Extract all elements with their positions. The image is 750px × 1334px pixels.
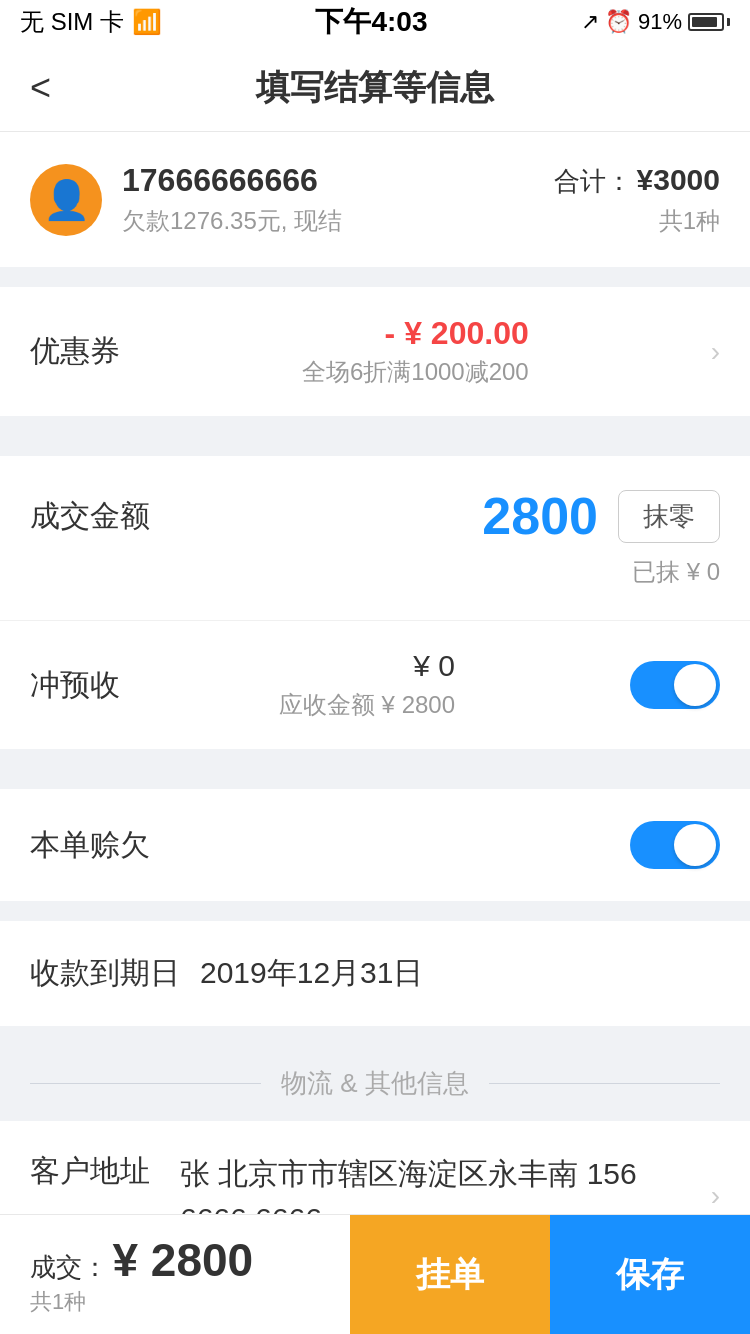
avatar-icon: 👤 bbox=[43, 178, 90, 222]
no-sim-text: 无 SIM 卡 bbox=[20, 6, 124, 38]
coupon-arrow-icon: › bbox=[711, 336, 720, 368]
prepay-amount: ¥ 0 bbox=[413, 649, 455, 683]
status-left: 无 SIM 卡 📶 bbox=[20, 6, 162, 38]
amount-row: 成交金额 2800 抹零 bbox=[30, 486, 720, 546]
duedate-card: 收款到期日 2019年12月31日 bbox=[0, 921, 750, 1026]
save-button[interactable]: 保存 bbox=[550, 1215, 750, 1335]
duedate-section: 收款到期日 2019年12月31日 bbox=[0, 921, 750, 1026]
pending-button[interactable]: 挂单 bbox=[350, 1215, 550, 1335]
amount-sub: 已抹 ¥ 0 bbox=[632, 558, 720, 585]
arrears-toggle[interactable] bbox=[630, 821, 720, 869]
avatar: 👤 bbox=[30, 164, 102, 236]
user-sub: 欠款1276.35元, 现结 bbox=[122, 205, 554, 237]
arrears-section: 本单赊欠 bbox=[0, 789, 750, 901]
transaction-amount-value: 2800 bbox=[482, 486, 598, 546]
toggle-knob bbox=[674, 664, 716, 706]
coupon-value: - ¥ 200.00 bbox=[385, 315, 529, 352]
status-right: ↗ ⏰ 91% bbox=[581, 9, 730, 35]
address-label: 客户地址 bbox=[30, 1151, 150, 1192]
coupon-card[interactable]: 优惠券 - ¥ 200.00 全场6折满1000减200 › bbox=[0, 287, 750, 416]
user-info-row: 👤 17666666666 欠款1276.35元, 现结 合计： ¥3000 共… bbox=[0, 132, 750, 267]
total-count: 共1种 bbox=[554, 205, 720, 237]
round-off-button[interactable]: 抹零 bbox=[618, 490, 720, 543]
bottom-summary: 成交： ¥ 2800 共1种 bbox=[0, 1233, 350, 1317]
status-bar: 无 SIM 卡 📶 下午4:03 ↗ ⏰ 91% bbox=[0, 0, 750, 44]
total-amount: ¥3000 bbox=[637, 163, 720, 196]
user-info-card: 👤 17666666666 欠款1276.35元, 现结 合计： ¥3000 共… bbox=[0, 132, 750, 267]
prepay-right: ¥ 0 应收金额 ¥ 2800 bbox=[279, 649, 455, 721]
prepay-desc: 应收金额 ¥ 2800 bbox=[279, 689, 455, 721]
logistics-line-left bbox=[30, 1083, 261, 1084]
nav-bar: < 填写结算等信息 bbox=[0, 44, 750, 132]
transaction-card: 成交金额 2800 抹零 已抹 ¥ 0 冲预收 ¥ 0 应收金额 ¥ 2800 bbox=[0, 456, 750, 749]
user-total: 合计： ¥3000 共1种 bbox=[554, 163, 720, 237]
duedate-label: 收款到期日 bbox=[30, 953, 180, 994]
logistics-header: 物流 & 其他信息 bbox=[0, 1046, 750, 1121]
bottom-amount: ¥ 2800 bbox=[112, 1234, 253, 1286]
coupon-desc: 全场6折满1000减200 bbox=[302, 356, 529, 388]
logistics-text: 物流 & 其他信息 bbox=[281, 1066, 469, 1101]
prepay-section: 冲预收 ¥ 0 应收金额 ¥ 2800 bbox=[0, 620, 750, 749]
arrears-label: 本单赊欠 bbox=[30, 825, 150, 866]
bottom-count: 共1种 bbox=[30, 1287, 320, 1317]
status-time: 下午4:03 bbox=[315, 3, 427, 41]
location-icon: ↗ bbox=[581, 9, 599, 35]
user-phone: 17666666666 bbox=[122, 162, 554, 199]
user-details: 17666666666 欠款1276.35元, 现结 bbox=[122, 162, 554, 237]
bottom-bar: 成交： ¥ 2800 共1种 挂单 保存 bbox=[0, 1214, 750, 1334]
content-area: 👤 17666666666 欠款1276.35元, 现结 合计： ¥3000 共… bbox=[0, 132, 750, 1334]
coupon-label: 优惠券 bbox=[30, 331, 120, 372]
wifi-icon: 📶 bbox=[132, 8, 162, 36]
amount-value-group: 2800 抹零 bbox=[482, 486, 720, 546]
page-title: 填写结算等信息 bbox=[256, 65, 494, 111]
arrears-card: 本单赊欠 bbox=[0, 789, 750, 901]
amount-section: 成交金额 2800 抹零 已抹 ¥ 0 bbox=[0, 456, 750, 618]
duedate-value: 2019年12月31日 bbox=[200, 953, 423, 994]
address-arrow-icon: › bbox=[711, 1180, 720, 1212]
coupon-right: - ¥ 200.00 全场6折满1000减200 bbox=[302, 315, 529, 388]
prepay-toggle[interactable] bbox=[630, 661, 720, 709]
bottom-label: 成交： bbox=[30, 1252, 108, 1282]
battery-icon bbox=[688, 13, 730, 31]
divider-1 bbox=[0, 436, 750, 456]
amount-label: 成交金额 bbox=[30, 496, 150, 537]
back-button[interactable]: < bbox=[30, 67, 90, 109]
arrears-toggle-knob bbox=[674, 824, 716, 866]
coupon-row[interactable]: 优惠券 - ¥ 200.00 全场6折满1000减200 › bbox=[0, 287, 750, 416]
alarm-icon: ⏰ bbox=[605, 9, 632, 35]
logistics-line-right bbox=[489, 1083, 720, 1084]
total-label: 合计： bbox=[554, 166, 632, 196]
divider-2 bbox=[0, 769, 750, 789]
prepay-label: 冲预收 bbox=[30, 665, 120, 706]
battery-percent: 91% bbox=[638, 9, 682, 35]
